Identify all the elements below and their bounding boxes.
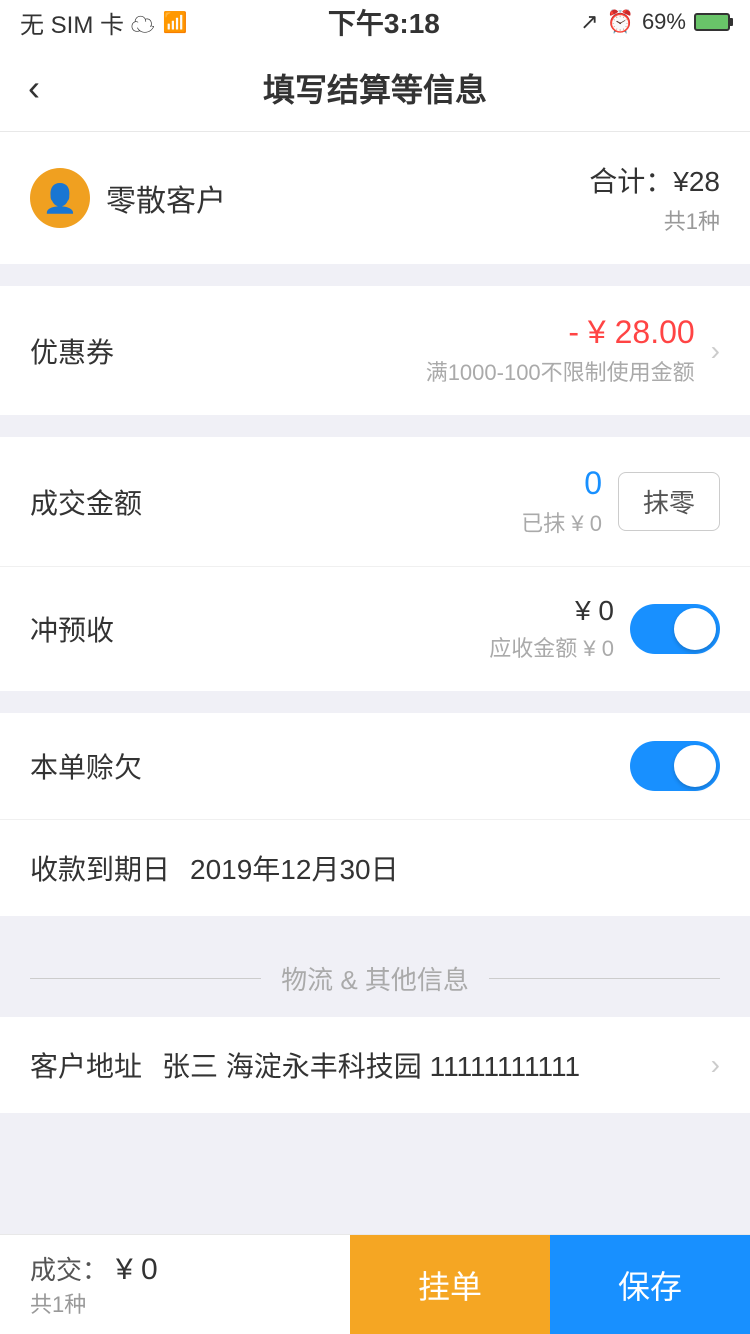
divider-3 xyxy=(0,693,750,713)
due-date-value: 2019年12月30日 xyxy=(190,848,399,888)
pre-amount: ¥ 0 xyxy=(489,595,614,627)
address-chevron-icon: › xyxy=(711,1049,720,1081)
due-date-content: 收款到期日 2019年12月30日 xyxy=(30,848,720,888)
deal-amount-values: 0 已抹 ¥ 0 xyxy=(521,465,602,538)
round-zero-button[interactable]: 抹零 xyxy=(618,472,720,531)
customer-section: 👤 零散客户 合计：¥28 共1种 xyxy=(0,132,750,264)
status-time: 下午3:18 xyxy=(328,2,440,42)
chevron-icon: › xyxy=(711,335,720,367)
deal-section: 成交金额 0 已抹 ¥ 0 抹零 冲预收 ¥ 0 应收金额 ¥ 0 xyxy=(0,437,750,691)
battery-label: 69% xyxy=(642,9,686,35)
deal-amount-label: 成交金额 xyxy=(30,482,142,522)
status-bar: 无 SIM 卡 ☁ 📶 下午3:18 ↗ ⏰ 69% xyxy=(0,0,750,44)
save-button[interactable]: 保存 xyxy=(550,1235,750,1334)
wifi-icon: 📶 xyxy=(163,10,188,35)
avatar-icon: 👤 xyxy=(43,182,78,215)
address-label: 客户地址 xyxy=(30,1045,142,1085)
bottom-deal-label: 成交： xyxy=(30,1250,108,1287)
customer-avatar: 👤 xyxy=(30,168,90,228)
customer-info: 👤 零散客户 xyxy=(30,168,226,228)
pre-collection-toggle[interactable] xyxy=(630,604,720,654)
pre-collection-label: 冲预收 xyxy=(30,609,114,649)
status-left: 无 SIM 卡 ☁ 📶 xyxy=(20,5,188,40)
deal-amount-value: 0 xyxy=(521,465,602,502)
divider-4 xyxy=(0,918,750,938)
deal-amount-sub: 已抹 ¥ 0 xyxy=(521,506,602,538)
customer-totals: 合计：¥28 共1种 xyxy=(589,160,720,236)
due-date-label: 收款到期日 xyxy=(30,848,170,888)
divider-1 xyxy=(0,266,750,286)
debt-row: 本单赊欠 xyxy=(0,713,750,819)
pre-collection-values: ¥ 0 应收金额 ¥ 0 xyxy=(489,595,614,663)
bottom-amount: ¥ 0 xyxy=(116,1253,158,1287)
pre-sub: 应收金额 ¥ 0 xyxy=(489,631,614,663)
battery-icon xyxy=(694,13,730,31)
content-area: 👤 零散客户 合计：¥28 共1种 优惠券 - ¥ 28.00 满1000-10… xyxy=(0,132,750,1235)
page-title: 填写结算等信息 xyxy=(263,65,487,111)
deal-amount-row: 成交金额 0 已抹 ¥ 0 抹零 xyxy=(0,437,750,567)
pre-collection-row: 冲预收 ¥ 0 应收金额 ¥ 0 xyxy=(0,567,750,691)
logistics-label: 物流 & 其他信息 xyxy=(281,960,469,997)
pre-collection-right: ¥ 0 应收金额 ¥ 0 xyxy=(489,595,720,663)
bottom-count: 共1种 xyxy=(30,1287,320,1319)
due-date-row[interactable]: 收款到期日 2019年12月30日 xyxy=(0,819,750,916)
divider-2 xyxy=(0,417,750,437)
debt-section: 本单赊欠 收款到期日 2019年12月30日 xyxy=(0,713,750,916)
coupon-amount: - ¥ 28.00 xyxy=(426,314,695,351)
logistics-line-left xyxy=(30,978,261,979)
item-count: 共1种 xyxy=(589,204,720,236)
hang-order-button[interactable]: 挂单 xyxy=(350,1235,550,1334)
alarm-icon: ⏰ xyxy=(607,9,634,35)
logistics-line-right xyxy=(489,978,720,979)
deal-amount-right: 0 已抹 ¥ 0 抹零 xyxy=(521,465,720,538)
status-right: ↗ ⏰ 69% xyxy=(580,9,730,35)
bottom-summary: 成交： ¥ 0 共1种 xyxy=(0,1250,350,1319)
sim-label: 无 SIM 卡 ☁ xyxy=(20,5,155,40)
debt-label: 本单赊欠 xyxy=(30,746,142,786)
coupon-section[interactable]: 优惠券 - ¥ 28.00 满1000-100不限制使用金额 › xyxy=(0,286,750,415)
coupon-desc: 满1000-100不限制使用金额 xyxy=(426,355,695,387)
customer-name: 零散客户 xyxy=(106,176,226,220)
debt-toggle[interactable] xyxy=(630,741,720,791)
back-button[interactable]: ‹ xyxy=(28,67,40,109)
logistics-divider: 物流 & 其他信息 xyxy=(0,940,750,1017)
address-row[interactable]: 客户地址 张三 海淀永丰科技园 11111111111 › xyxy=(0,1017,750,1113)
coupon-values: - ¥ 28.00 满1000-100不限制使用金额 xyxy=(426,314,695,387)
bottom-bar: 成交： ¥ 0 共1种 挂单 保存 xyxy=(0,1234,750,1334)
nav-bar: ‹ 填写结算等信息 xyxy=(0,44,750,132)
total-label: 合计：¥28 xyxy=(589,160,720,200)
address-value: 张三 海淀永丰科技园 11111111111 xyxy=(162,1045,711,1085)
coupon-label: 优惠券 xyxy=(30,331,114,371)
coupon-right: - ¥ 28.00 满1000-100不限制使用金额 › xyxy=(426,314,720,387)
coupon-row[interactable]: 优惠券 - ¥ 28.00 满1000-100不限制使用金额 › xyxy=(0,286,750,415)
location-icon: ↗ xyxy=(580,9,598,35)
